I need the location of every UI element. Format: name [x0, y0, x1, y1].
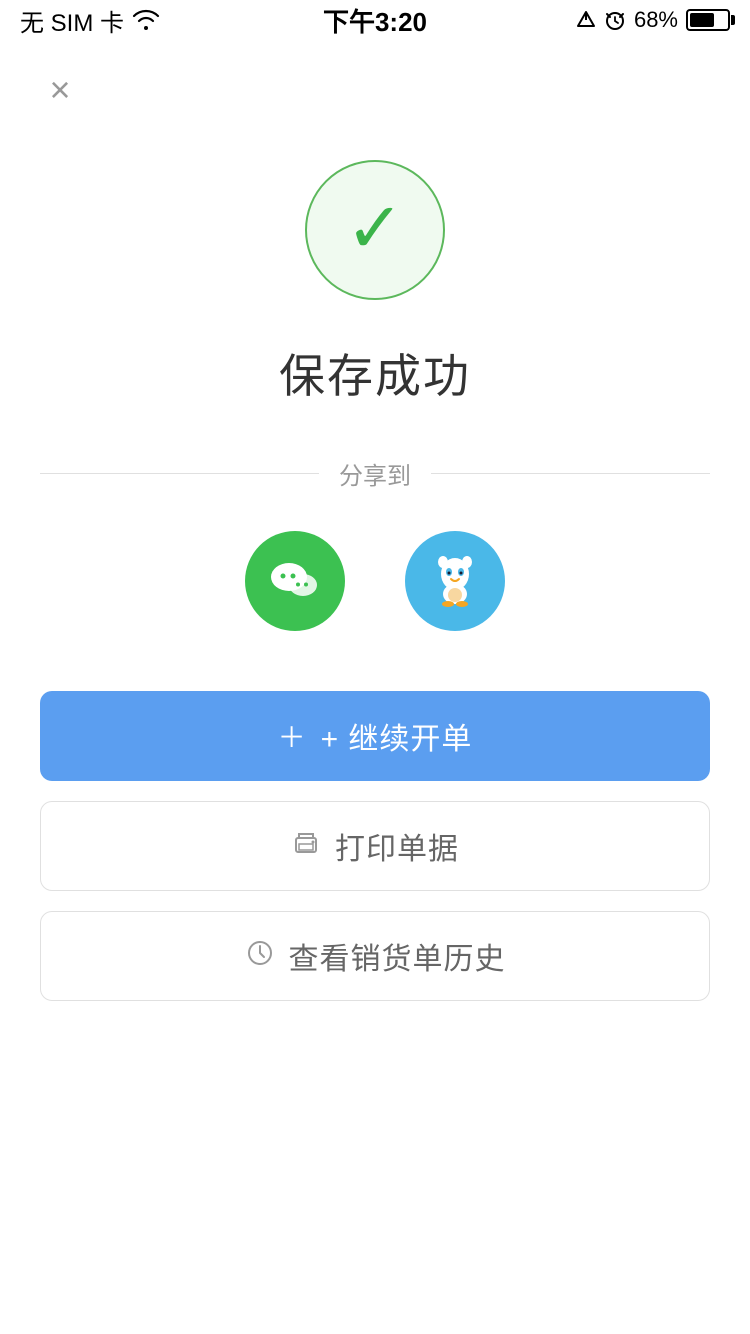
status-left: 无 SIM 卡	[20, 3, 160, 38]
qq-share-button[interactable]	[405, 531, 505, 631]
qq-icon-svg	[426, 552, 484, 610]
no-sim-label: 无 SIM 卡	[20, 3, 124, 38]
battery-icon	[686, 9, 730, 31]
continue-label: + 继续开单	[321, 714, 473, 758]
success-title: 保存成功	[279, 340, 471, 406]
continue-button[interactable]: ＋ + 继续开单	[40, 691, 710, 781]
status-bar: 无 SIM 卡 下午3:20 68%	[0, 0, 750, 40]
close-button[interactable]: ×	[30, 60, 90, 120]
history-button[interactable]: 查看销货单历史	[40, 911, 710, 1001]
wechat-icon-svg	[265, 551, 325, 611]
print-button[interactable]: 打印单据	[40, 801, 710, 891]
main-content: ✓ 保存成功 分享到	[0, 120, 750, 1334]
alarm-icon	[604, 9, 626, 31]
close-icon: ×	[49, 72, 70, 108]
success-circle: ✓	[305, 160, 445, 300]
checkmark-icon: ✓	[346, 193, 405, 263]
share-divider: 分享到	[40, 456, 710, 491]
divider-line-left	[40, 473, 319, 474]
print-label: 打印单据	[335, 824, 459, 868]
history-label: 查看销货单历史	[289, 934, 506, 978]
share-label: 分享到	[339, 456, 411, 491]
share-section: 分享到	[40, 456, 710, 631]
printer-icon	[291, 828, 321, 865]
wechat-share-button[interactable]	[245, 531, 345, 631]
battery-percent: 68%	[634, 7, 678, 33]
status-right: 68%	[576, 7, 730, 33]
divider-line-right	[431, 473, 710, 474]
location-icon	[576, 10, 596, 30]
wifi-icon	[132, 9, 160, 31]
plus-icon: ＋	[278, 716, 307, 756]
clock-icon	[245, 938, 275, 975]
status-time: 下午3:20	[323, 2, 427, 39]
share-icons	[40, 531, 710, 631]
actions-section: ＋ + 继续开单 打印单据 查看销货单历	[40, 691, 710, 1001]
